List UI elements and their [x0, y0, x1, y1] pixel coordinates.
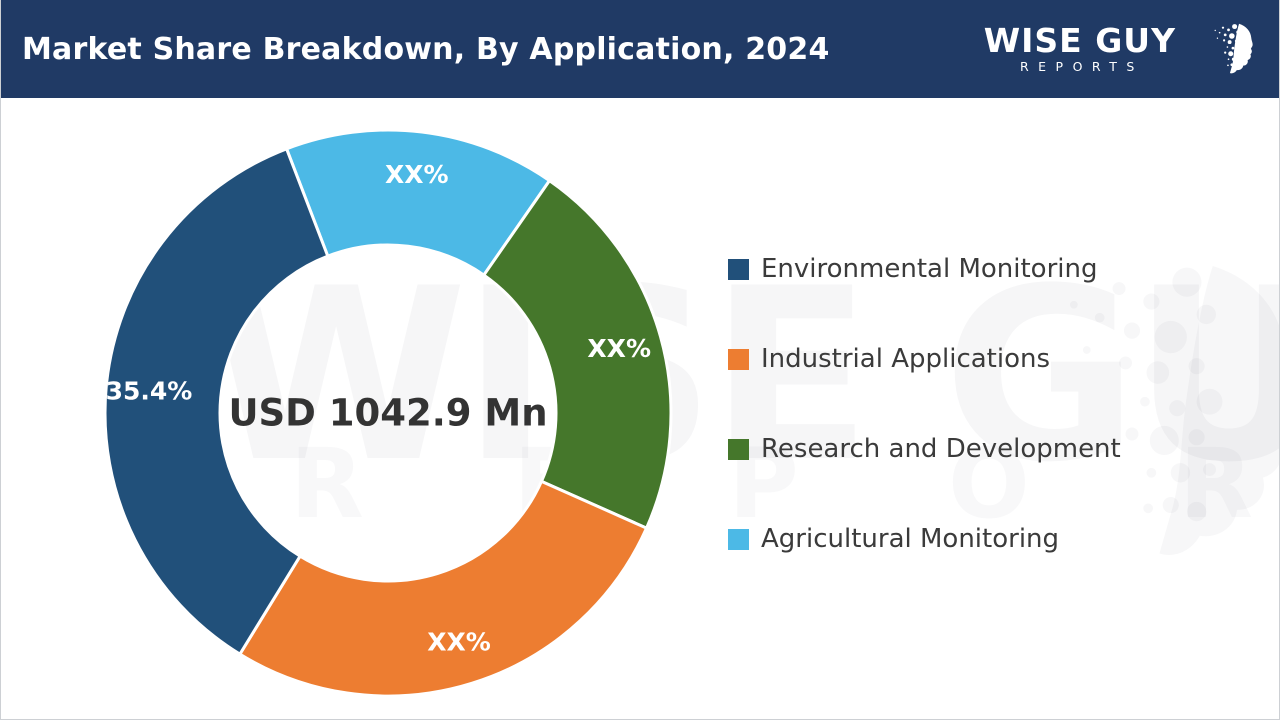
legend-label: Agricultural Monitoring — [761, 524, 1060, 554]
page: Market Share Breakdown, By Application, … — [0, 0, 1280, 720]
chart-area: WISE GUY R E P O R T S XX%XX%XX%35.4% US… — [0, 98, 1280, 720]
logo-subtext: REPORTS — [1019, 58, 1144, 74]
segment-label: XX% — [427, 628, 491, 657]
segment-label: XX% — [587, 334, 651, 363]
legend-item: Industrial Applications — [728, 344, 1121, 374]
legend-swatch — [728, 348, 749, 370]
chart-center-value: USD 1042.9 Mn — [228, 391, 548, 435]
logo-wordmark: WISE GUY — [983, 21, 1176, 61]
donut-segment — [237, 479, 649, 698]
chart-legend: Environmental Monitoring Industrial Appli… — [728, 254, 1121, 614]
legend-label: Research and Development — [761, 434, 1121, 464]
segment-label: XX% — [385, 160, 449, 189]
logo-face-icon — [1182, 9, 1254, 89]
legend-label: Industrial Applications — [761, 344, 1051, 374]
legend-swatch — [728, 438, 749, 460]
legend-swatch — [728, 528, 749, 550]
header: Market Share Breakdown, By Application, … — [0, 0, 1280, 98]
legend-swatch — [728, 258, 749, 280]
logo-text: WISE GUY REPORTS — [984, 24, 1176, 74]
brand-logo: WISE GUY REPORTS — [984, 9, 1254, 89]
page-title: Market Share Breakdown, By Application, … — [22, 31, 830, 67]
legend-item: Agricultural Monitoring — [728, 524, 1121, 554]
legend-item: Research and Development — [728, 434, 1121, 464]
legend-item: Environmental Monitoring — [728, 254, 1121, 284]
segment-label: 35.4% — [106, 376, 193, 405]
legend-label: Environmental Monitoring — [761, 254, 1098, 284]
